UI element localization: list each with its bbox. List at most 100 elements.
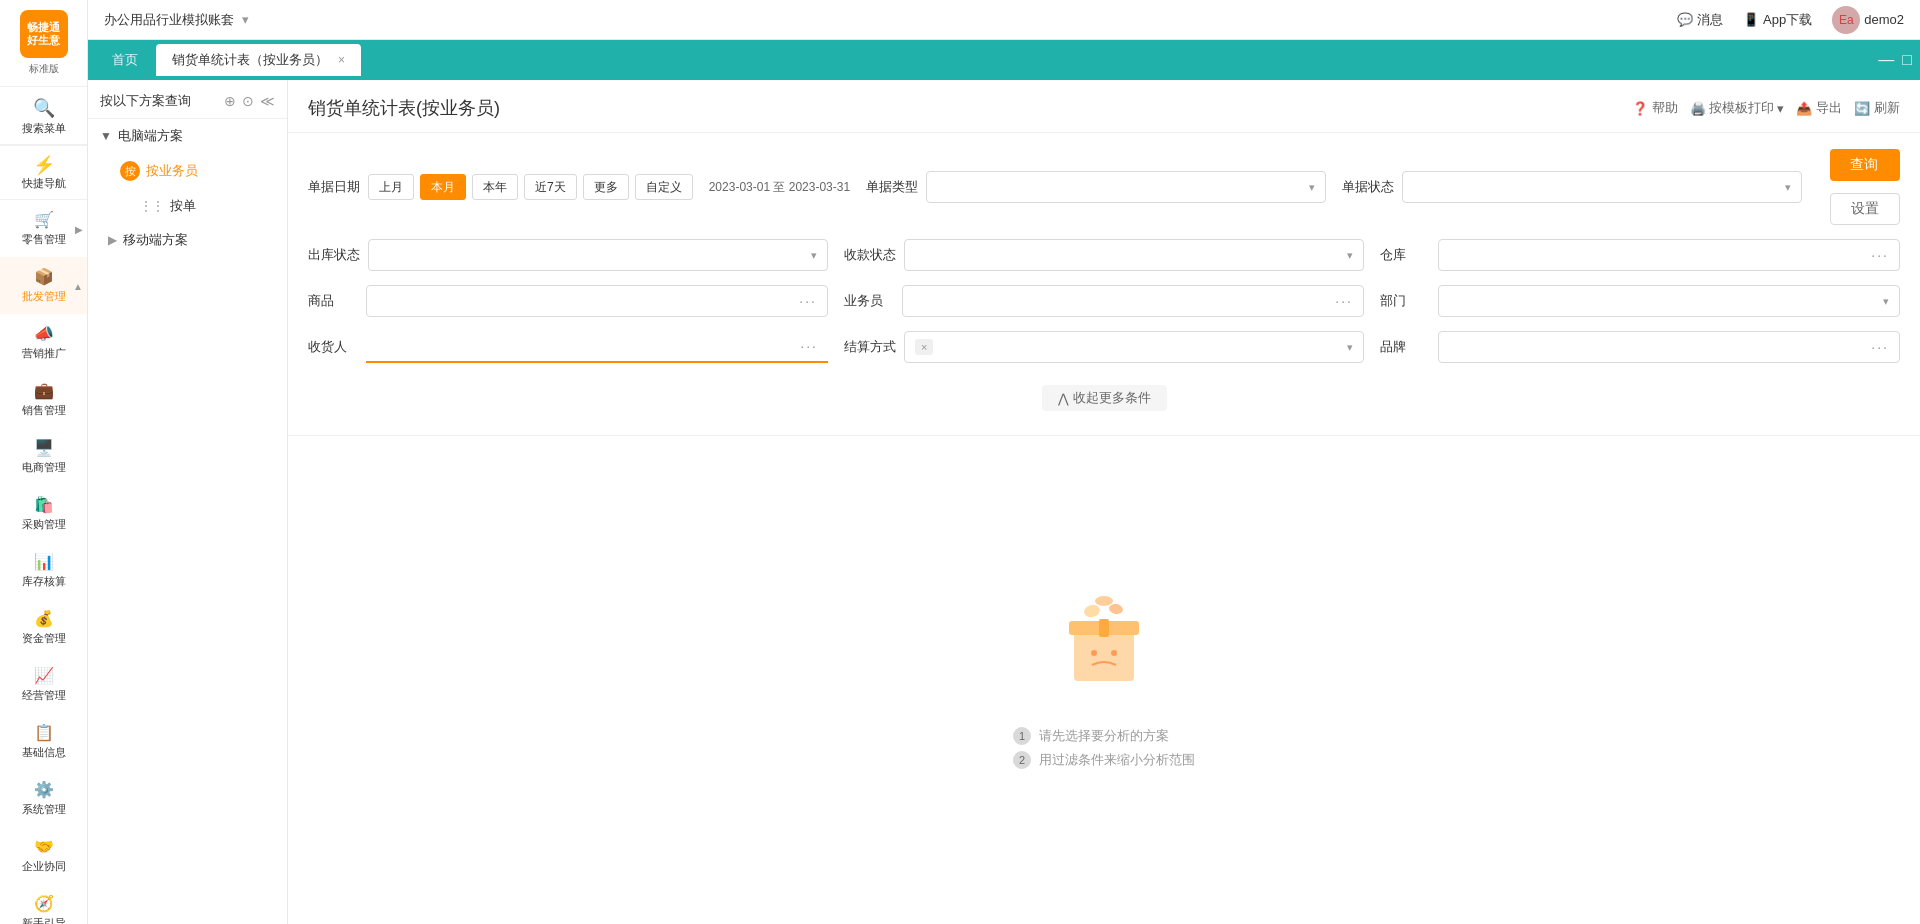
date-btn-7days[interactable]: 近7天 <box>524 174 577 200</box>
message-btn[interactable]: 💬 消息 <box>1677 11 1723 29</box>
scheme-by-salesperson[interactable]: 按 按业务员 <box>88 153 287 189</box>
sidebar-item-sales[interactable]: 💼 销售管理 <box>0 371 87 428</box>
filter-bill-type: 单据类型 ▾ <box>866 171 1326 203</box>
sidebar-item-retail[interactable]: 🛒 零售管理 ▶ <box>0 200 87 257</box>
avatar: Ea <box>1832 6 1860 34</box>
print-dropdown-icon[interactable]: ▾ <box>1777 101 1784 116</box>
scheme-by-order[interactable]: ⋮⋮ 按单 <box>88 189 287 223</box>
salesperson-input[interactable]: ··· <box>902 285 1364 317</box>
newbie-icon: 🧭 <box>34 894 54 913</box>
date-btn-custom[interactable]: 自定义 <box>635 174 693 200</box>
logo-sub: 标准版 <box>29 62 59 76</box>
receipt-status-input[interactable]: ▾ <box>904 239 1364 271</box>
template-print-btn[interactable]: 🖨️ 按模板打印 ▾ <box>1690 99 1784 117</box>
topbar-right: 💬 消息 📱 App下载 Ea demo2 <box>1677 6 1904 34</box>
goods-label: 商品 <box>308 292 358 310</box>
scheme-group-mobile[interactable]: ▶ 移动端方案 <box>88 223 287 257</box>
sidebar-item-wholesale[interactable]: 📦 批发管理 ▲ <box>0 257 87 314</box>
tab-home[interactable]: 首页 <box>96 44 154 76</box>
add-scheme-btn[interactable]: ⊕ <box>224 93 236 109</box>
empty-state: 1 请先选择要分析的方案 2 用过滤条件来缩小分析范围 <box>288 436 1920 924</box>
chevron-right-icon: ▶ <box>75 223 83 234</box>
sidebar-item-ecommerce[interactable]: 🖥️ 电商管理 <box>0 428 87 485</box>
search-label: 搜索菜单 <box>22 121 66 136</box>
export-btn[interactable]: 📤 导出 <box>1796 99 1842 117</box>
retail-icon: 🛒 <box>34 210 54 229</box>
message-icon: 💬 <box>1677 12 1693 27</box>
left-panel: 按以下方案查询 ⊕ ⊙ ≪ ▼ 电脑端方案 按 按业务员 ⋮⋮ 按 <box>88 80 288 924</box>
department-input[interactable]: ▾ <box>1438 285 1900 317</box>
empty-tip-1: 1 请先选择要分析的方案 <box>1013 727 1195 745</box>
quick-nav[interactable]: ⚡ 快捷导航 <box>0 145 87 200</box>
desktop-group-header[interactable]: ▼ 电脑端方案 <box>88 119 287 153</box>
base-info-icon: 📋 <box>34 723 54 742</box>
page-title: 销货单统计表(按业务员) <box>308 96 500 120</box>
filter-settlement: 结算方式 × ▾ <box>844 331 1364 363</box>
goods-dots-icon: ··· <box>799 293 817 309</box>
sidebar-search-section[interactable]: 🔍 搜索菜单 <box>0 87 87 145</box>
bill-type-label: 单据类型 <box>866 178 918 196</box>
set-btn[interactable]: 设置 <box>1830 193 1900 225</box>
collapse-icon: ⋀ <box>1058 391 1069 406</box>
tab-close-icon[interactable]: × <box>338 53 345 67</box>
sidebar-item-operations[interactable]: 📈 经营管理 <box>0 656 87 713</box>
query-btn[interactable]: 查询 <box>1830 149 1900 181</box>
bill-status-label: 单据状态 <box>1342 178 1394 196</box>
sidebar-item-purchase[interactable]: 🛍️ 采购管理 <box>0 485 87 542</box>
sidebar-item-inventory[interactable]: 📊 库存核算 <box>0 542 87 599</box>
enterprise-icon: 🤝 <box>34 837 54 856</box>
svg-rect-2 <box>1099 619 1109 637</box>
sidebar-item-system[interactable]: ⚙️ 系统管理 <box>0 770 87 827</box>
settlement-input[interactable]: × ▾ <box>904 331 1364 363</box>
stock-status-input[interactable]: ▾ <box>368 239 828 271</box>
tip-text-1: 请先选择要分析的方案 <box>1039 727 1169 745</box>
sidebar-item-newbie[interactable]: 🧭 新手引导 <box>0 884 87 924</box>
workspace-dropdown-icon[interactable]: ▾ <box>242 12 249 27</box>
filter-department: 部门 ▾ <box>1380 285 1900 317</box>
app-download-btn[interactable]: 📱 App下载 <box>1743 11 1812 29</box>
date-btn-last-month[interactable]: 上月 <box>368 174 414 200</box>
svg-point-6 <box>1091 650 1097 656</box>
date-btn-this-year[interactable]: 本年 <box>472 174 518 200</box>
collapse-panel-btn[interactable]: ≪ <box>260 93 275 109</box>
date-btn-this-month[interactable]: 本月 <box>420 174 466 200</box>
refresh-btn[interactable]: 🔄 刷新 <box>1854 99 1900 117</box>
order-scheme-label: 按单 <box>170 197 196 215</box>
export-icon: 📤 <box>1796 101 1812 116</box>
date-btn-more[interactable]: 更多 <box>583 174 629 200</box>
inventory-icon: 📊 <box>34 552 54 571</box>
brand-input[interactable]: ··· <box>1438 331 1900 363</box>
sidebar-item-finance[interactable]: 💰 资金管理 <box>0 599 87 656</box>
date-btn-group: 上月 本月 本年 近7天 更多 自定义 <box>368 174 693 200</box>
tip-num-2: 2 <box>1013 751 1031 769</box>
tab-minimize-btn[interactable]: — <box>1878 51 1894 69</box>
bill-status-input[interactable]: ▾ <box>1402 171 1802 203</box>
page-header: 销货单统计表(按业务员) ❓ 帮助 🖨️ 按模板打印 ▾ 📤 导出 <box>288 80 1920 133</box>
order-icon: ⋮⋮ <box>140 199 164 213</box>
department-label: 部门 <box>1380 292 1430 310</box>
sidebar-item-enterprise[interactable]: 🤝 企业协同 <box>0 827 87 884</box>
user-profile[interactable]: Ea demo2 <box>1832 6 1904 34</box>
salesperson-scheme-icon: 按 <box>120 161 140 181</box>
svg-point-5 <box>1095 596 1113 606</box>
warehouse-input[interactable]: ··· <box>1438 239 1900 271</box>
tab-maximize-btn[interactable]: □ <box>1902 51 1912 69</box>
sidebar-item-base-info[interactable]: 📋 基础信息 <box>0 713 87 770</box>
operations-icon: 📈 <box>34 666 54 685</box>
help-btn[interactable]: ❓ 帮助 <box>1632 99 1678 117</box>
sidebar-item-marketing[interactable]: 📣 营销推广 <box>0 314 87 371</box>
filter-goods: 商品 ··· <box>308 285 828 317</box>
tab-sales-stat[interactable]: 销货单统计表（按业务员） × <box>156 44 361 76</box>
settlement-tag: × <box>915 339 933 355</box>
page-actions: ❓ 帮助 🖨️ 按模板打印 ▾ 📤 导出 🔄 刷新 <box>1632 99 1900 117</box>
filter-brand: 品牌 ··· <box>1380 331 1900 363</box>
collapse-btn[interactable]: ⋀ 收起更多条件 <box>1042 385 1167 411</box>
edit-scheme-btn[interactable]: ⊙ <box>242 93 254 109</box>
department-arrow-icon: ▾ <box>1883 295 1889 308</box>
logo-text: 畅捷通好生意 <box>27 21 60 47</box>
bill-status-arrow-icon: ▾ <box>1785 181 1791 194</box>
filter-date: 单据日期 上月 本月 本年 近7天 更多 自定义 2023-03-01 至 20… <box>308 174 850 200</box>
goods-input[interactable]: ··· <box>366 285 828 317</box>
consignee-input[interactable]: ··· <box>366 331 828 363</box>
bill-type-input[interactable]: ▾ <box>926 171 1326 203</box>
